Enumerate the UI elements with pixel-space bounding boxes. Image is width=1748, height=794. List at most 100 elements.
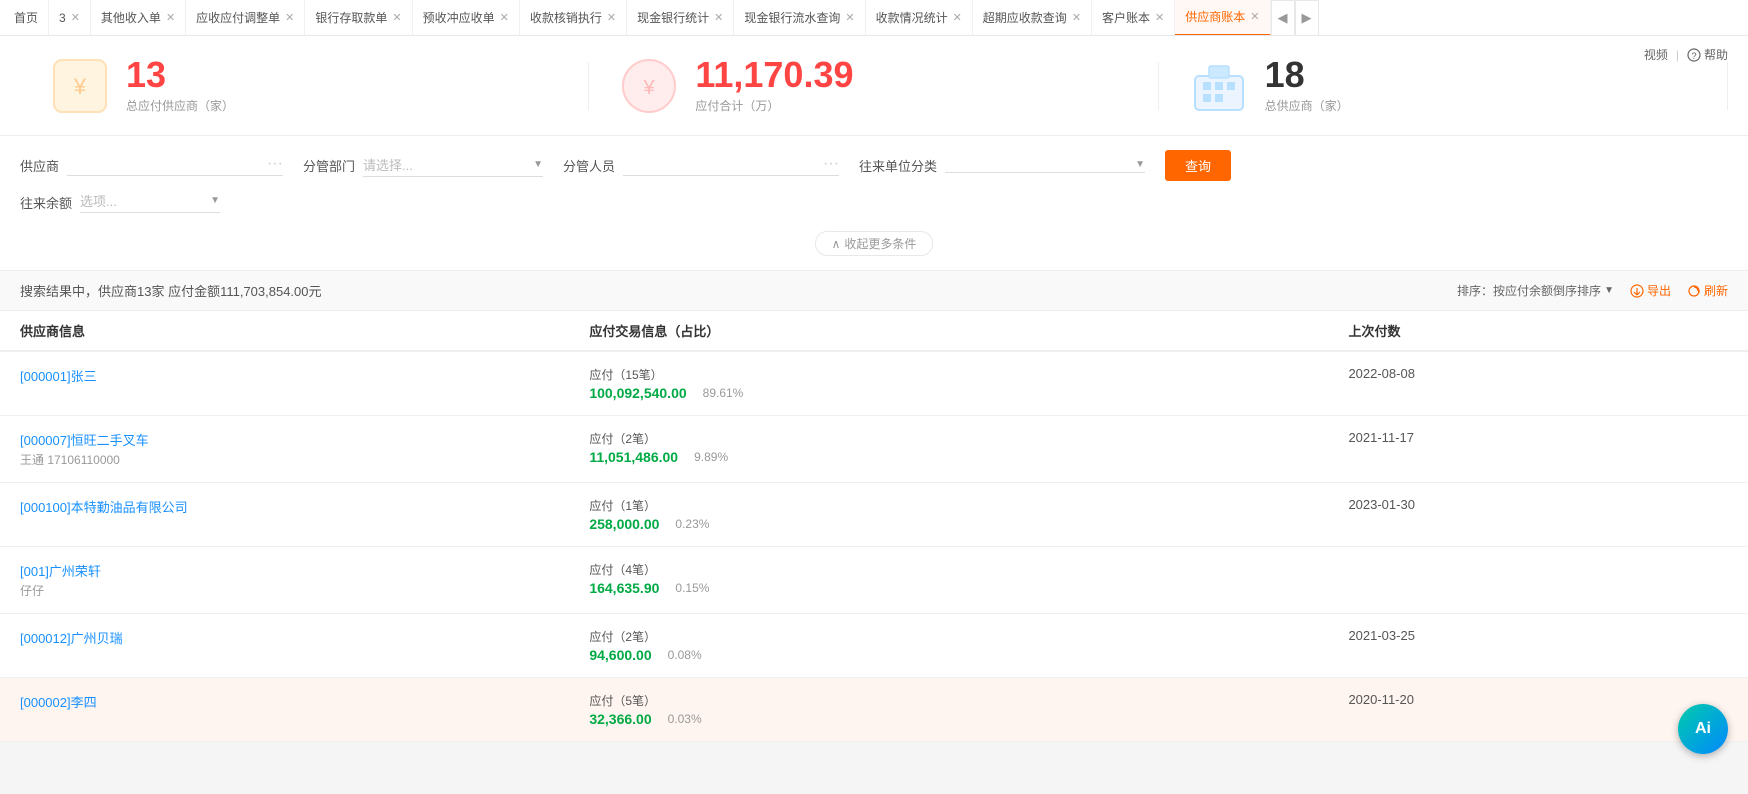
close-icon[interactable]: ✕ [845,11,854,24]
result-actions: 排序：按应付余额倒序排序 ▼ 导出 刷新 [1457,282,1728,299]
nav-scroll-left[interactable]: ◀ [1271,0,1295,36]
table-row[interactable]: [000100]本特勤油品有限公司 应付（1笔） 258,000.00 0.23… [0,483,1748,547]
trans-row: 11,051,486.00 9.89% [589,449,1348,465]
table-row[interactable]: [000012]广州贝瑞 应付（2笔） 94,600.00 0.08% 2021… [0,614,1748,678]
close-icon[interactable]: ✕ [500,11,509,24]
stats-bar: ¥ 13 总应付供应商（家） ¥ 11,170.39 应付合计（万） [0,36,1748,136]
ai-button[interactable]: Ai [1678,704,1728,754]
payable-suppliers-content: 13 总应付供应商（家） [126,57,234,114]
close-icon[interactable]: ✕ [71,11,80,24]
table-container: 供应商信息 应付交易信息（占比） 上次付数 [000001]张三 应付（15笔）… [0,311,1748,742]
video-link[interactable]: 视频 [1644,46,1668,63]
table-row[interactable]: [000001]张三 应付（15笔） 100,092,540.00 89.61%… [0,352,1748,416]
nav-scroll-right[interactable]: ▶ [1295,0,1319,36]
top-divider: | [1676,48,1679,62]
close-icon[interactable]: ✕ [1155,11,1164,24]
trans-percent: 0.23% [675,517,709,531]
trans-amount[interactable]: 11,051,486.00 [589,449,678,465]
nav-tab-cash-bank-flow[interactable]: 现金银行流水查询 ✕ [734,0,865,36]
nav-tab-overdue-ar[interactable]: 超期应收款查询 ✕ [973,0,1092,36]
supplier-link[interactable]: [000012]广州贝瑞 [20,631,123,646]
close-icon[interactable]: ✕ [607,11,616,24]
category-select[interactable]: ▼ [945,159,1145,173]
nav-tab-cash-bank-stats[interactable]: 现金银行统计 ✕ [627,0,734,36]
category-label: 往来单位分类 [859,156,937,175]
table-row[interactable]: [000002]李四 应付（5笔） 32,366.00 0.03% 2020-1… [0,678,1748,742]
nav-tab-3[interactable]: 3 ✕ [49,0,91,36]
nav-tab-customer-ledger[interactable]: 客户账本 ✕ [1092,0,1175,36]
trans-amount[interactable]: 100,092,540.00 [589,385,686,401]
search-button[interactable]: 查询 [1165,150,1231,181]
supplier-link[interactable]: [000002]李四 [20,695,97,710]
dept-select[interactable]: 请选择... ▼ [363,155,543,177]
transaction-info: 应付（2笔） 94,600.00 0.08% [589,628,1348,663]
balance-select[interactable]: 选项... ▼ [80,191,220,213]
sort-label[interactable]: 排序：按应付余额倒序排序 ▼ [1457,282,1614,299]
supplier-link[interactable]: [001]广州荣轩 [20,564,101,579]
filter-row-2: 往来余额 选项... ▼ [20,191,1728,213]
refresh-button[interactable]: 刷新 [1687,282,1728,299]
trans-count: 应付（4笔） [589,561,1348,578]
last-pay-date: 2021-03-25 [1348,628,1415,643]
top-right-actions: 视频 | ? 帮助 [1644,46,1728,63]
svg-text:¥: ¥ [643,77,656,99]
nav-tab-other-income[interactable]: 其他收入单 ✕ [91,0,186,36]
person-input-wrapper[interactable]: ··· [623,155,839,176]
supplier-contact: 王通 17106110000 [20,451,589,468]
supplier-link[interactable]: [000001]张三 [20,369,97,384]
table-row[interactable]: [000007]恒旺二手叉车 王通 17106110000 应付（2笔） 11,… [0,416,1748,483]
export-button[interactable]: 导出 [1630,282,1671,299]
person-dots-icon: ··· [823,155,839,173]
supplier-link[interactable]: [000007]恒旺二手叉车 [20,433,149,448]
supplier-link[interactable]: [000100]本特勤油品有限公司 [20,500,188,515]
nav-tab-bank-deposit[interactable]: 银行存取款单 ✕ [305,0,412,36]
svg-text:?: ? [1691,51,1696,61]
transaction-info: 应付（2笔） 11,051,486.00 9.89% [589,430,1348,465]
person-input[interactable] [623,157,823,172]
supplier-info: [000007]恒旺二手叉车 王通 17106110000 [20,430,589,468]
last-pay-date: 2020-11-20 [1348,692,1414,707]
trans-amount[interactable]: 258,000.00 [589,516,659,532]
trans-row: 258,000.00 0.23% [589,516,1348,532]
last-pay-date: 2023-01-30 [1348,497,1415,512]
transaction-info: 应付（15笔） 100,092,540.00 89.61% [589,366,1348,401]
supplier-info: [000012]广州贝瑞 [20,628,589,647]
filter-balance: 往来余额 选项... ▼ [20,191,220,213]
supplier-info: [000100]本特勤油品有限公司 [20,497,589,516]
trans-amount[interactable]: 32,366.00 [589,711,651,727]
nav-tab-home[interactable]: 首页 [4,0,49,36]
last-pay: 2021-03-25 [1348,628,1728,643]
payable-amount-value: 11,170.39 [695,57,853,93]
nav-tab-receipt-stats[interactable]: 收款情况统计 ✕ [866,0,973,36]
supplier-info: [000001]张三 [20,366,589,385]
trans-amount[interactable]: 164,635.90 [589,580,659,596]
close-icon[interactable]: ✕ [953,11,962,24]
close-icon[interactable]: ✕ [714,11,723,24]
close-icon[interactable]: ✕ [1250,10,1259,23]
help-link[interactable]: ? 帮助 [1687,46,1728,63]
supplier-input[interactable] [67,157,267,172]
nav-tab-receipt-verify[interactable]: 收款核销执行 ✕ [520,0,627,36]
last-pay: 2020-11-20 [1348,692,1728,707]
dept-placeholder: 请选择... [363,155,533,174]
person-label: 分管人员 [563,156,615,175]
nav-tab-prepay-offset[interactable]: 预收冲应收单 ✕ [413,0,520,36]
nav-tab-ar-ap-adjust[interactable]: 应收应付调整单 ✕ [186,0,305,36]
total-suppliers-label: 总供应商（家） [1265,97,1349,114]
close-icon[interactable]: ✕ [1072,11,1081,24]
close-icon[interactable]: ✕ [285,11,294,24]
nav-tab-supplier-ledger[interactable]: 供应商账本 ✕ [1175,0,1270,36]
supplier-info: [001]广州荣轩 仔仔 [20,561,589,599]
trans-percent: 9.89% [694,450,728,464]
table-row[interactable]: [001]广州荣轩 仔仔 应付（4笔） 164,635.90 0.15% [0,547,1748,614]
filter-row-1: 供应商 ··· 分管部门 请选择... ▼ 分管人员 ··· 往来单位分类 [20,150,1728,181]
total-suppliers-count: 18 [1265,57,1349,93]
dept-label: 分管部门 [303,156,355,175]
close-icon[interactable]: ✕ [166,11,175,24]
collapse-label: 收起更多条件 [844,235,916,252]
trans-amount[interactable]: 94,600.00 [589,647,651,663]
collapse-button[interactable]: ∧ 收起更多条件 [815,231,934,256]
close-icon[interactable]: ✕ [392,11,401,24]
trans-count: 应付（15笔） [589,366,1348,383]
supplier-input-wrapper[interactable]: ··· [67,155,283,176]
